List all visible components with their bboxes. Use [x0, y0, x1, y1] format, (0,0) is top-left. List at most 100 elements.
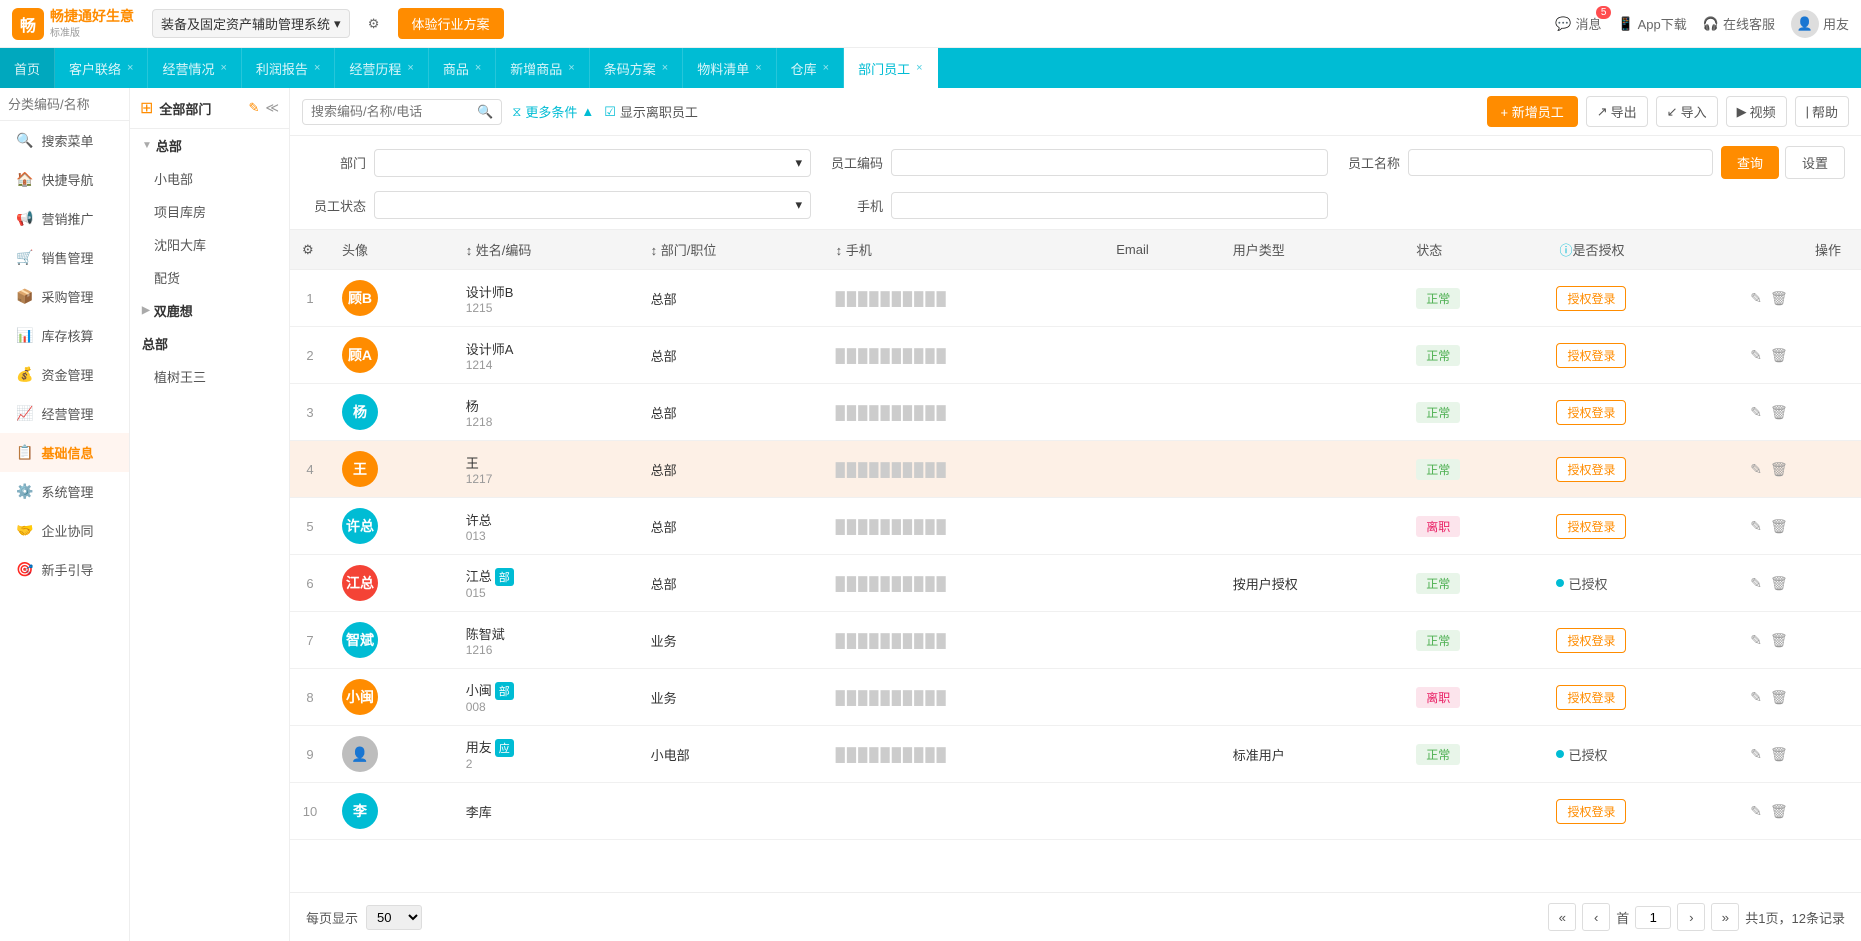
auth-login-button[interactable]: 授权登录: [1556, 400, 1626, 425]
settings-button[interactable]: ⚙: [360, 10, 388, 38]
tab-barcode[interactable]: 条码方案×: [590, 48, 683, 88]
th-settings[interactable]: ⚙: [290, 230, 330, 270]
system-name-select[interactable]: 装备及固定资产辅助管理系统 ▾: [152, 9, 350, 38]
help-button[interactable]: | 帮助: [1795, 96, 1849, 127]
tab-home[interactable]: 首页: [0, 48, 55, 88]
auth-login-button[interactable]: 授权登录: [1556, 685, 1626, 710]
tree-item-zongbu-group[interactable]: ▼ 总部: [130, 129, 289, 162]
th-dept-pos[interactable]: ↕ 部门/职位: [639, 230, 824, 270]
close-icon[interactable]: ×: [314, 62, 320, 74]
delete-icon[interactable]: 🗑: [1770, 290, 1788, 307]
search-bar[interactable]: 🔍: [302, 99, 502, 125]
tab-bom[interactable]: 物料清单×: [683, 48, 776, 88]
last-page-button[interactable]: »: [1711, 903, 1739, 931]
dept-collapse-icon[interactable]: ≪: [265, 100, 279, 116]
trial-button[interactable]: 体验行业方案: [398, 8, 504, 39]
sidebar-item-operations[interactable]: 📈 经营管理: [0, 394, 129, 433]
th-phone[interactable]: ↕ 手机: [824, 230, 1105, 270]
sidebar-item-search-menu[interactable]: 🔍 搜索菜单: [0, 121, 129, 160]
sidebar-item-inventory[interactable]: 📊 库存核算: [0, 316, 129, 355]
prev-page-button[interactable]: ‹: [1582, 903, 1610, 931]
sidebar-item-sales[interactable]: 🛒 销售管理: [0, 238, 129, 277]
sidebar-item-system[interactable]: ⚙️ 系统管理: [0, 472, 129, 511]
close-icon[interactable]: ×: [755, 62, 761, 74]
tree-item-shuanglu[interactable]: ▶ 双鹿想: [130, 294, 289, 327]
dept-edit-icon[interactable]: ✎: [248, 100, 259, 116]
emp-code-input[interactable]: [891, 149, 1328, 176]
query-button[interactable]: 查询: [1721, 146, 1779, 179]
message-button[interactable]: 💬 消息 5: [1555, 14, 1601, 33]
tree-item-peihuo[interactable]: 配货: [130, 261, 289, 294]
sidebar-item-collab[interactable]: 🤝 企业协同: [0, 511, 129, 550]
sidebar-item-newbie[interactable]: 🎯 新手引导: [0, 550, 129, 589]
edit-icon[interactable]: ✎: [1750, 746, 1762, 763]
delete-icon[interactable]: 🗑: [1770, 461, 1788, 478]
next-page-button[interactable]: ›: [1677, 903, 1705, 931]
close-icon[interactable]: ×: [823, 62, 829, 74]
tree-item-shenyang[interactable]: 沈阳大库: [130, 228, 289, 261]
view-button[interactable]: ▶ 视频: [1726, 96, 1787, 127]
edit-icon[interactable]: ✎: [1750, 461, 1762, 478]
search-icon[interactable]: 🔍: [477, 104, 493, 120]
delete-icon[interactable]: 🗑: [1770, 404, 1788, 421]
auth-login-button[interactable]: 授权登录: [1556, 343, 1626, 368]
auth-login-button[interactable]: 授权登录: [1556, 457, 1626, 482]
tab-operation[interactable]: 经营情况×: [148, 48, 241, 88]
sidebar-item-finance[interactable]: 💰 资金管理: [0, 355, 129, 394]
edit-icon[interactable]: ✎: [1750, 518, 1762, 535]
dept-select[interactable]: ▾: [374, 149, 811, 177]
phone-input[interactable]: [891, 192, 1328, 219]
delete-icon[interactable]: 🗑: [1770, 632, 1788, 649]
edit-icon[interactable]: ✎: [1750, 689, 1762, 706]
edit-icon[interactable]: ✎: [1750, 803, 1762, 820]
more-filters-button[interactable]: ⧖ 更多条件 ▲: [512, 102, 594, 121]
tab-goods[interactable]: 商品×: [429, 48, 496, 88]
th-name-code[interactable]: ↕ 姓名/编码: [454, 230, 639, 270]
auth-login-button[interactable]: 授权登录: [1556, 628, 1626, 653]
add-employee-button[interactable]: + 新增员工: [1487, 96, 1578, 127]
close-icon[interactable]: ×: [568, 62, 574, 74]
delete-icon[interactable]: 🗑: [1770, 746, 1788, 763]
sidebar-item-purchase[interactable]: 📦 采购管理: [0, 277, 129, 316]
sidebar-item-quick-nav[interactable]: 🏠 快捷导航: [0, 160, 129, 199]
close-icon[interactable]: ×: [127, 62, 133, 74]
edit-icon[interactable]: ✎: [1750, 632, 1762, 649]
search-input[interactable]: [311, 104, 471, 119]
reset-button[interactable]: 设置: [1785, 146, 1845, 179]
page-number-input[interactable]: [1635, 906, 1671, 929]
close-icon[interactable]: ×: [220, 62, 226, 74]
auth-login-button[interactable]: 授权登录: [1556, 286, 1626, 311]
edit-icon[interactable]: ✎: [1750, 347, 1762, 364]
sidebar-search-bar[interactable]: 🔍: [0, 88, 129, 121]
tab-warehouse[interactable]: 仓库×: [777, 48, 844, 88]
tab-customer[interactable]: 客户联络×: [55, 48, 148, 88]
show-inactive-toggle[interactable]: ☑ 显示离职员工: [604, 102, 698, 121]
delete-icon[interactable]: 🗑: [1770, 803, 1788, 820]
close-icon[interactable]: ×: [916, 62, 922, 74]
emp-status-select[interactable]: ▾: [374, 191, 811, 219]
export-button[interactable]: ↗ 导出: [1586, 96, 1648, 127]
sidebar-search-input[interactable]: [8, 97, 130, 112]
online-service-button[interactable]: 🎧 在线客服: [1703, 14, 1775, 33]
user-menu[interactable]: 👤 用友: [1791, 10, 1849, 38]
emp-name-input[interactable]: [1408, 149, 1713, 176]
tab-employees[interactable]: 部门员工×: [844, 48, 937, 88]
per-page-select[interactable]: 50 100: [366, 905, 422, 930]
auth-login-button[interactable]: 授权登录: [1556, 514, 1626, 539]
sidebar-item-marketing[interactable]: 📢 营销推广: [0, 199, 129, 238]
first-page-button[interactable]: «: [1548, 903, 1576, 931]
tree-item-xiangmu[interactable]: 项目库房: [130, 195, 289, 228]
edit-icon[interactable]: ✎: [1750, 575, 1762, 592]
sidebar-item-basic-info[interactable]: 📋 基础信息: [0, 433, 129, 472]
tree-item-zhishu[interactable]: 植树王三: [130, 360, 289, 393]
auth-login-button[interactable]: 授权登录: [1556, 799, 1626, 824]
info-icon[interactable]: ⓘ: [1559, 243, 1572, 258]
import-button[interactable]: ↙ 导入: [1656, 96, 1718, 127]
delete-icon[interactable]: 🗑: [1770, 689, 1788, 706]
tab-new-goods[interactable]: 新增商品×: [496, 48, 589, 88]
close-icon[interactable]: ×: [407, 62, 413, 74]
close-icon[interactable]: ×: [662, 62, 668, 74]
app-download-button[interactable]: 📱 App下载: [1617, 14, 1686, 33]
tab-profit[interactable]: 利润报告×: [242, 48, 335, 88]
delete-icon[interactable]: 🗑: [1770, 347, 1788, 364]
